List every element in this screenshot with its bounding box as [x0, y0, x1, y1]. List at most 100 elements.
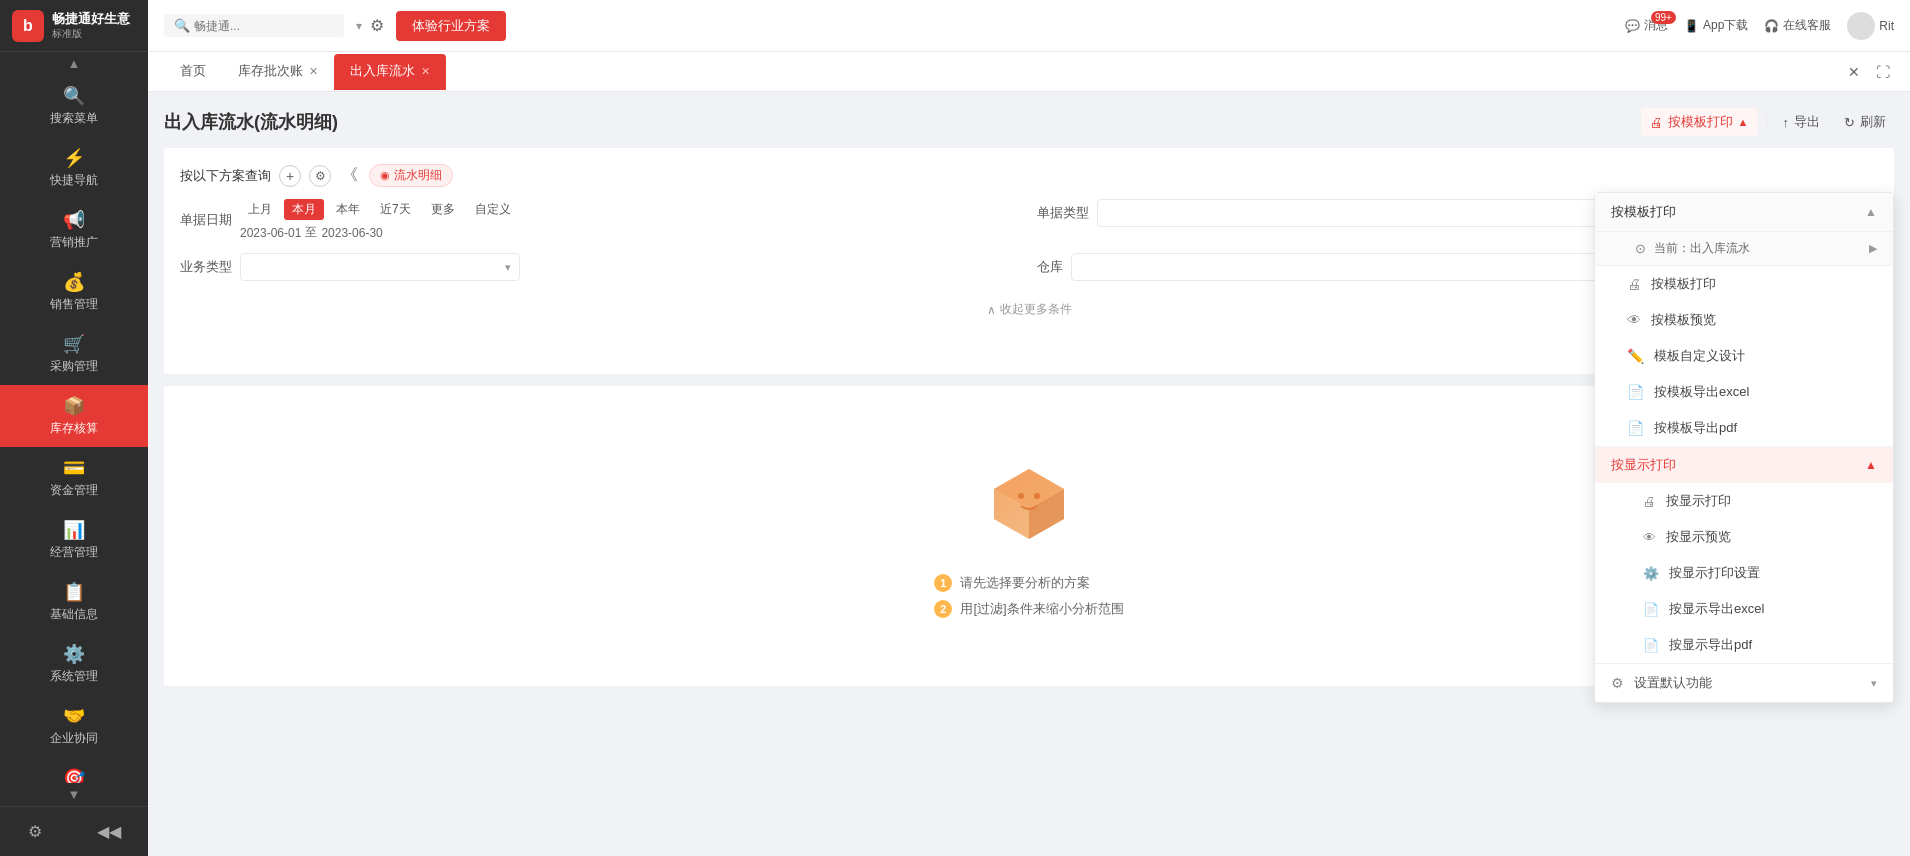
dropdown-item-template-custom[interactable]: ✏️ 模板自定义设计: [1595, 338, 1893, 374]
date-opt-currentmonth[interactable]: 本月: [284, 199, 324, 220]
collab-icon: 🤝: [63, 705, 85, 727]
sidebar-item-sales[interactable]: 💰 销售管理: [0, 261, 148, 323]
user-avatar: [1847, 12, 1875, 40]
refresh-btn[interactable]: ↻ 刷新: [1836, 109, 1894, 135]
filter-setting-btn[interactable]: ⚙: [309, 165, 331, 187]
tab-expand-btn[interactable]: ⛶: [1872, 62, 1894, 82]
topbar-gear-icon[interactable]: ⚙: [370, 16, 384, 35]
print-template-btn[interactable]: 🖨 按模板打印 ▲: [1641, 108, 1758, 136]
export-btn[interactable]: ↑ 导出: [1775, 109, 1829, 135]
industry-btn[interactable]: 体验行业方案: [396, 11, 506, 41]
topbar-search-icon: 🔍: [174, 18, 190, 33]
tab-close-flow[interactable]: ✕: [421, 65, 430, 78]
sidebar-item-operation[interactable]: 📊 经营管理: [0, 509, 148, 571]
filter-date-field: 单据日期 上月 本月 本年 近7天 更多 自定义 2023-06-01 至: [180, 199, 1021, 241]
template-pdf-icon: 📄: [1627, 420, 1644, 436]
dropdown-sub-display-preview[interactable]: 👁 按显示预览: [1595, 519, 1893, 555]
inventory-icon: 📦: [63, 395, 85, 417]
dropdown-close-arrow[interactable]: ▲: [1865, 205, 1877, 219]
step-num-2: 2: [934, 600, 952, 618]
tabbar: 首页 库存批次账 ✕ 出入库流水 ✕ ✕ ⛶: [148, 52, 1910, 92]
dropdown-item-template-pdf[interactable]: 📄 按模板导出pdf: [1595, 410, 1893, 446]
actions-divider: [1766, 114, 1767, 130]
username-label: Rit: [1879, 19, 1894, 33]
dropdown-item-template-excel[interactable]: 📄 按模板导出excel: [1595, 374, 1893, 410]
print-template-icon: 🖨: [1650, 115, 1663, 130]
dropdown-current-chevron[interactable]: ▶: [1869, 242, 1877, 255]
dropdown-sub-display-pdf[interactable]: 📄 按显示导出pdf: [1595, 627, 1893, 663]
empty-steps: 1 请先选择要分析的方案 2 用[过滤]条件来缩小分析范围: [934, 574, 1123, 618]
footer-settings-icon: ⚙: [1611, 675, 1624, 691]
dropdown-current: ⊙ 当前：出入库流水 ▶: [1595, 232, 1893, 265]
date-opt-lastmonth[interactable]: 上月: [240, 199, 280, 220]
date-opt-more[interactable]: 更多: [423, 199, 463, 220]
guide-icon: 🎯: [63, 767, 85, 783]
sidebar-item-guide[interactable]: 🎯 新手引导: [0, 757, 148, 783]
sidebar-item-basic[interactable]: 📋 基础信息: [0, 571, 148, 633]
topbar-message[interactable]: 💬 消息 99+: [1625, 17, 1668, 34]
sidebar-settings-btn[interactable]: ⚙: [23, 817, 47, 846]
tab-flow[interactable]: 出入库流水 ✕: [334, 54, 446, 90]
tab-close-all-btn[interactable]: ✕: [1844, 62, 1864, 82]
svg-point-5: [1034, 493, 1040, 499]
sidebar-item-system[interactable]: ⚙️ 系统管理: [0, 633, 148, 695]
page-header: 出入库流水(流水明细) 🖨 按模板打印 ▲ ↑ 导出 ↻ 刷新: [164, 108, 1894, 136]
topbar-search-box[interactable]: 🔍: [164, 14, 344, 37]
date-opt-custom[interactable]: 自定义: [467, 199, 519, 220]
tab-close-batch[interactable]: ✕: [309, 65, 318, 78]
business-select[interactable]: ▾: [240, 253, 520, 281]
dropdown-section-display[interactable]: 按显示打印 ▲: [1595, 446, 1893, 483]
sidebar-scroll-down[interactable]: ▼: [0, 783, 148, 806]
service-icon: 🎧: [1764, 19, 1779, 33]
dropdown-current-label: 当前：出入库流水: [1654, 240, 1869, 257]
page-header-actions: 🖨 按模板打印 ▲ ↑ 导出 ↻ 刷新: [1641, 108, 1894, 136]
date-field-label: 单据日期: [180, 211, 232, 229]
svg-point-4: [1018, 493, 1024, 499]
tab-home[interactable]: 首页: [164, 54, 222, 90]
app-download-icon: 📱: [1684, 19, 1699, 33]
dropdown-item-template-print[interactable]: 🖨 按模板打印: [1595, 266, 1893, 302]
topbar-app-download[interactable]: 📱 App下载: [1684, 17, 1748, 34]
display-section-arrow: ▲: [1865, 458, 1877, 472]
dropdown-footer[interactable]: ⚙ 设置默认功能 ▾: [1595, 663, 1893, 702]
main-content: 🔍 ▾ ⚙ 体验行业方案 💬 消息 99+ 📱 App下载 🎧 在线客服 Rit: [148, 0, 1910, 856]
filter-tag: ◉ 流水明细: [369, 164, 453, 187]
topbar-online-service[interactable]: 🎧 在线客服: [1764, 17, 1831, 34]
filter-collapse-arrow[interactable]: 《: [339, 165, 361, 187]
topbar-search-input[interactable]: [194, 19, 334, 33]
purchase-icon: 🛒: [63, 333, 85, 355]
display-excel-icon: 📄: [1643, 602, 1659, 617]
quicknav-icon: ⚡: [63, 147, 85, 169]
date-opt-last7[interactable]: 近7天: [372, 199, 419, 220]
sidebar-item-collab[interactable]: 🤝 企业协同: [0, 695, 148, 757]
display-preview-icon: 👁: [1643, 530, 1656, 545]
sidebar-collapse-btn[interactable]: ◀◀: [92, 817, 126, 846]
sidebar-item-purchase[interactable]: 🛒 采购管理: [0, 323, 148, 385]
dropdown-sub-display-excel[interactable]: 📄 按显示导出excel: [1595, 591, 1893, 627]
date-opt-currentyear[interactable]: 本年: [328, 199, 368, 220]
topbar-search-chevron[interactable]: ▾: [356, 19, 362, 33]
sidebar-scroll-up[interactable]: ▲: [0, 52, 148, 75]
filter-add-btn[interactable]: +: [279, 165, 301, 187]
tabbar-right: ✕ ⛶: [1844, 62, 1894, 82]
app-logo-icon: b: [12, 10, 44, 42]
display-print-icon: 🖨: [1643, 494, 1656, 509]
sidebar-item-finance[interactable]: 💳 资金管理: [0, 447, 148, 509]
topbar-user[interactable]: Rit: [1847, 12, 1894, 40]
sidebar-item-quicknav[interactable]: ⚡ 快捷导航: [0, 137, 148, 199]
sidebar-item-marketing[interactable]: 📢 营销推广: [0, 199, 148, 261]
dropdown-panel: 按模板打印 ▲ ⊙ 当前：出入库流水 ▶ 🖨 按模板打印 👁 按模板预览 ✏️ …: [1594, 192, 1894, 703]
dropdown-item-template-preview[interactable]: 👁 按模板预览: [1595, 302, 1893, 338]
dropdown-sub-display-print[interactable]: 🖨 按显示打印: [1595, 483, 1893, 519]
date-start: 2023-06-01: [240, 226, 301, 240]
display-pdf-icon: 📄: [1643, 638, 1659, 653]
sales-icon: 💰: [63, 271, 85, 293]
dropdown-sub-display-settings[interactable]: ⚙️ 按显示打印设置: [1595, 555, 1893, 591]
sidebar-item-inventory[interactable]: 📦 库存核算: [0, 385, 148, 447]
tab-batch[interactable]: 库存批次账 ✕: [222, 54, 334, 90]
collapse-btn[interactable]: ∧ 收起更多条件: [975, 297, 1084, 322]
business-select-chevron: ▾: [505, 261, 511, 274]
message-icon: 💬: [1625, 19, 1640, 33]
sidebar-item-search[interactable]: 🔍 搜索菜单: [0, 75, 148, 137]
dropdown-footer-label: 设置默认功能: [1634, 674, 1871, 692]
